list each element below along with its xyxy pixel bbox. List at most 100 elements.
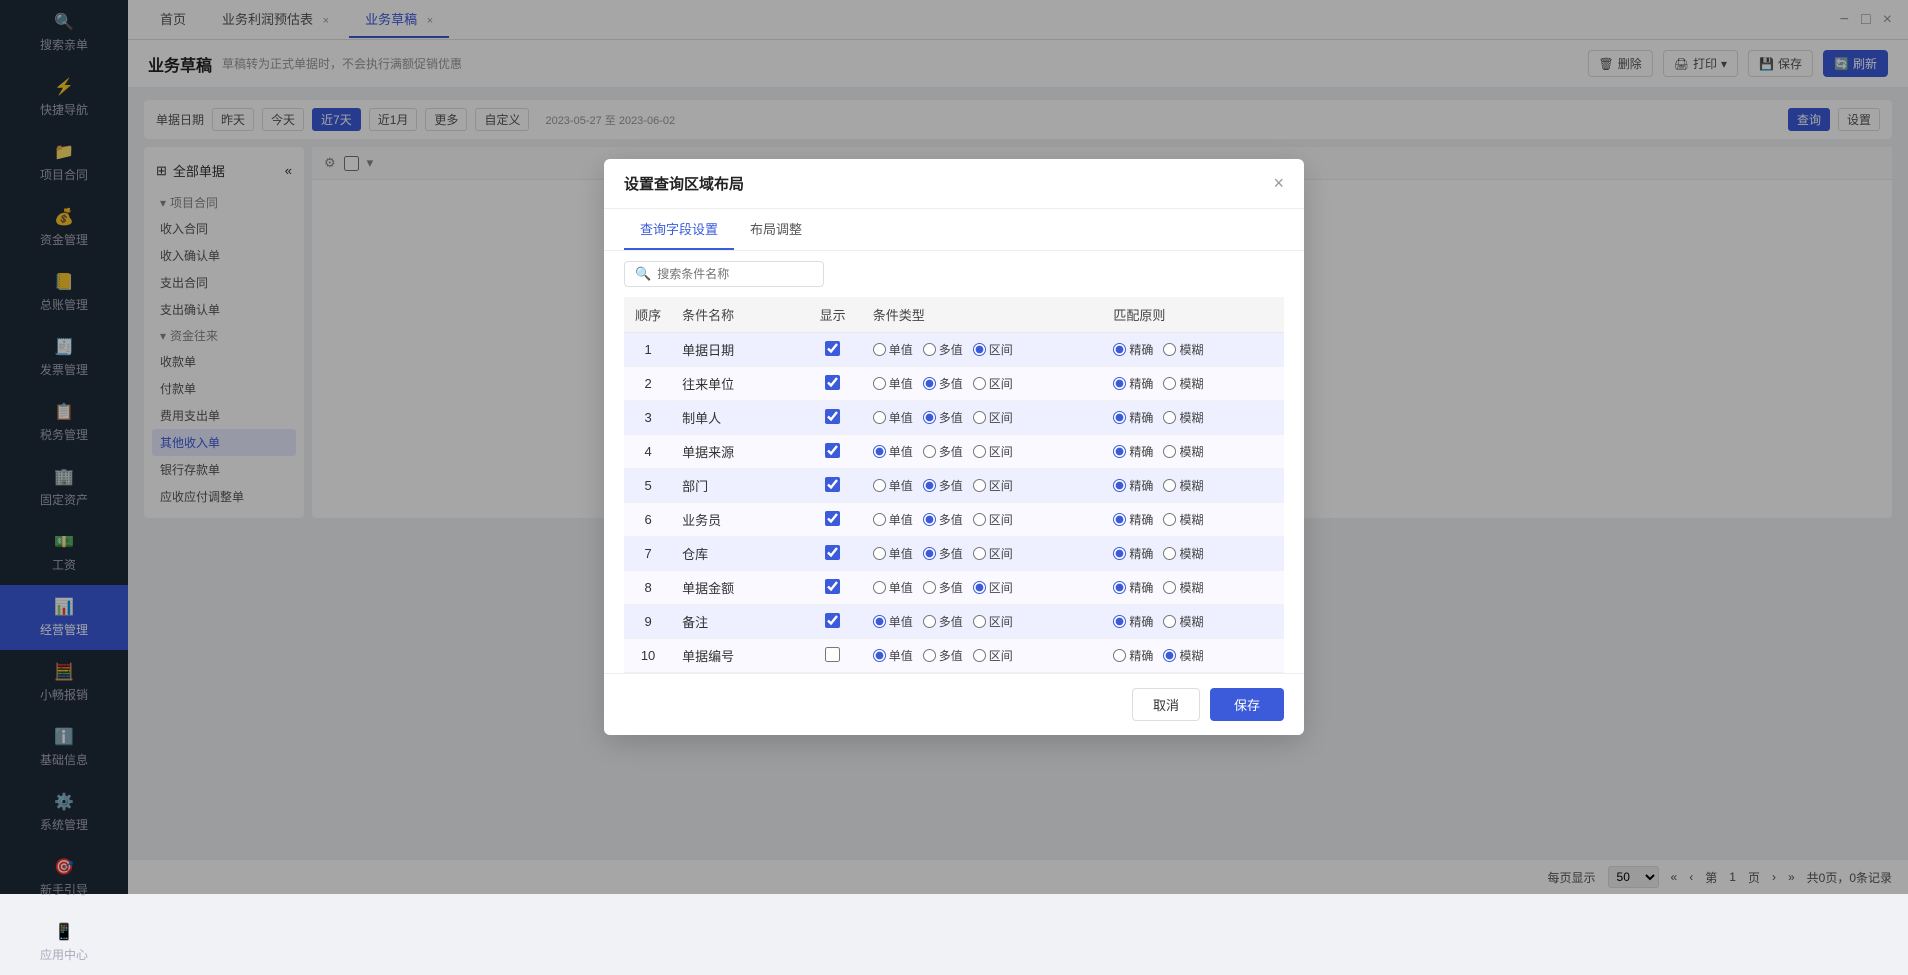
type-radio[interactable] <box>973 377 986 390</box>
type-option-label[interactable]: 多值 <box>923 375 963 392</box>
match-radio[interactable] <box>1163 377 1176 390</box>
type-radio[interactable] <box>973 445 986 458</box>
type-radio[interactable] <box>873 445 886 458</box>
sidebar-item-apps[interactable]: 📱 应用中心 <box>0 910 128 975</box>
match-option-label[interactable]: 精确 <box>1113 409 1153 426</box>
cell-match[interactable]: 精确模糊 <box>1103 605 1284 639</box>
type-radio[interactable] <box>923 649 936 662</box>
type-radio[interactable] <box>973 411 986 424</box>
show-checkbox[interactable] <box>825 341 840 356</box>
type-radio[interactable] <box>873 649 886 662</box>
type-option-label[interactable]: 区间 <box>973 477 1013 494</box>
cell-type[interactable]: 单值多值区间 <box>863 435 1104 469</box>
cell-show[interactable] <box>803 469 863 503</box>
type-option-label[interactable]: 单值 <box>873 579 913 596</box>
match-option-label[interactable]: 模糊 <box>1163 341 1203 358</box>
match-option-label[interactable]: 模糊 <box>1163 647 1203 664</box>
type-radio[interactable] <box>873 581 886 594</box>
match-option-label[interactable]: 模糊 <box>1163 477 1203 494</box>
show-checkbox[interactable] <box>825 409 840 424</box>
type-radio[interactable] <box>923 445 936 458</box>
type-option-label[interactable]: 区间 <box>973 375 1013 392</box>
cell-show[interactable] <box>803 605 863 639</box>
type-radio[interactable] <box>873 411 886 424</box>
cell-type[interactable]: 单值多值区间 <box>863 401 1104 435</box>
cell-match[interactable]: 精确模糊 <box>1103 435 1284 469</box>
type-radio[interactable] <box>923 513 936 526</box>
cell-type[interactable]: 单值多值区间 <box>863 367 1104 401</box>
match-option-label[interactable]: 模糊 <box>1163 613 1203 630</box>
modal-cancel-button[interactable]: 取消 <box>1132 688 1200 721</box>
cell-match[interactable]: 精确模糊 <box>1103 367 1284 401</box>
modal-save-button[interactable]: 保存 <box>1210 688 1284 721</box>
match-option-label[interactable]: 精确 <box>1113 341 1153 358</box>
type-option-label[interactable]: 单值 <box>873 409 913 426</box>
match-radio[interactable] <box>1163 343 1176 356</box>
match-radio[interactable] <box>1113 445 1126 458</box>
type-radio[interactable] <box>973 479 986 492</box>
type-option-label[interactable]: 单值 <box>873 511 913 528</box>
match-radio[interactable] <box>1163 445 1176 458</box>
match-radio[interactable] <box>1113 547 1126 560</box>
cell-match[interactable]: 精确模糊 <box>1103 571 1284 605</box>
match-radio[interactable] <box>1163 513 1176 526</box>
match-option-label[interactable]: 精确 <box>1113 477 1153 494</box>
cell-match[interactable]: 精确模糊 <box>1103 401 1284 435</box>
cell-type[interactable]: 单值多值区间 <box>863 537 1104 571</box>
match-radio[interactable] <box>1113 649 1126 662</box>
match-radio[interactable] <box>1113 615 1126 628</box>
match-option-label[interactable]: 精确 <box>1113 579 1153 596</box>
type-radio[interactable] <box>873 343 886 356</box>
type-option-label[interactable]: 区间 <box>973 579 1013 596</box>
type-radio[interactable] <box>923 615 936 628</box>
show-checkbox[interactable] <box>825 511 840 526</box>
match-option-label[interactable]: 模糊 <box>1163 545 1203 562</box>
show-checkbox[interactable] <box>825 477 840 492</box>
match-radio[interactable] <box>1113 377 1126 390</box>
show-checkbox[interactable] <box>825 613 840 628</box>
cell-show[interactable] <box>803 367 863 401</box>
type-radio[interactable] <box>873 615 886 628</box>
show-checkbox[interactable] <box>825 375 840 390</box>
match-option-label[interactable]: 模糊 <box>1163 409 1203 426</box>
modal-tab-fields[interactable]: 查询字段设置 <box>624 209 734 250</box>
type-option-label[interactable]: 多值 <box>923 613 963 630</box>
type-option-label[interactable]: 区间 <box>973 511 1013 528</box>
match-radio[interactable] <box>1113 411 1126 424</box>
type-radio[interactable] <box>873 513 886 526</box>
match-radio[interactable] <box>1113 343 1126 356</box>
cell-type[interactable]: 单值多值区间 <box>863 571 1104 605</box>
type-option-label[interactable]: 单值 <box>873 443 913 460</box>
cell-match[interactable]: 精确模糊 <box>1103 639 1284 673</box>
cell-show[interactable] <box>803 503 863 537</box>
type-option-label[interactable]: 多值 <box>923 477 963 494</box>
cell-show[interactable] <box>803 401 863 435</box>
cell-type[interactable]: 单值多值区间 <box>863 639 1104 673</box>
type-option-label[interactable]: 单值 <box>873 341 913 358</box>
type-option-label[interactable]: 多值 <box>923 341 963 358</box>
cell-match[interactable]: 精确模糊 <box>1103 537 1284 571</box>
cell-match[interactable]: 精确模糊 <box>1103 469 1284 503</box>
type-radio[interactable] <box>873 547 886 560</box>
match-option-label[interactable]: 模糊 <box>1163 375 1203 392</box>
show-checkbox[interactable] <box>825 579 840 594</box>
match-option-label[interactable]: 精确 <box>1113 613 1153 630</box>
modal-search-input[interactable] <box>657 267 813 281</box>
cell-show[interactable] <box>803 571 863 605</box>
match-option-label[interactable]: 模糊 <box>1163 579 1203 596</box>
match-option-label[interactable]: 模糊 <box>1163 511 1203 528</box>
match-option-label[interactable]: 模糊 <box>1163 443 1203 460</box>
modal-tab-layout[interactable]: 布局调整 <box>734 209 818 250</box>
type-radio[interactable] <box>923 411 936 424</box>
match-radio[interactable] <box>1163 615 1176 628</box>
type-option-label[interactable]: 多值 <box>923 409 963 426</box>
type-option-label[interactable]: 区间 <box>973 647 1013 664</box>
type-option-label[interactable]: 多值 <box>923 647 963 664</box>
show-checkbox[interactable] <box>825 545 840 560</box>
cell-type[interactable]: 单值多值区间 <box>863 469 1104 503</box>
type-radio[interactable] <box>873 479 886 492</box>
cell-show[interactable] <box>803 333 863 367</box>
type-radio[interactable] <box>973 547 986 560</box>
match-radio[interactable] <box>1113 581 1126 594</box>
show-checkbox[interactable] <box>825 647 840 662</box>
